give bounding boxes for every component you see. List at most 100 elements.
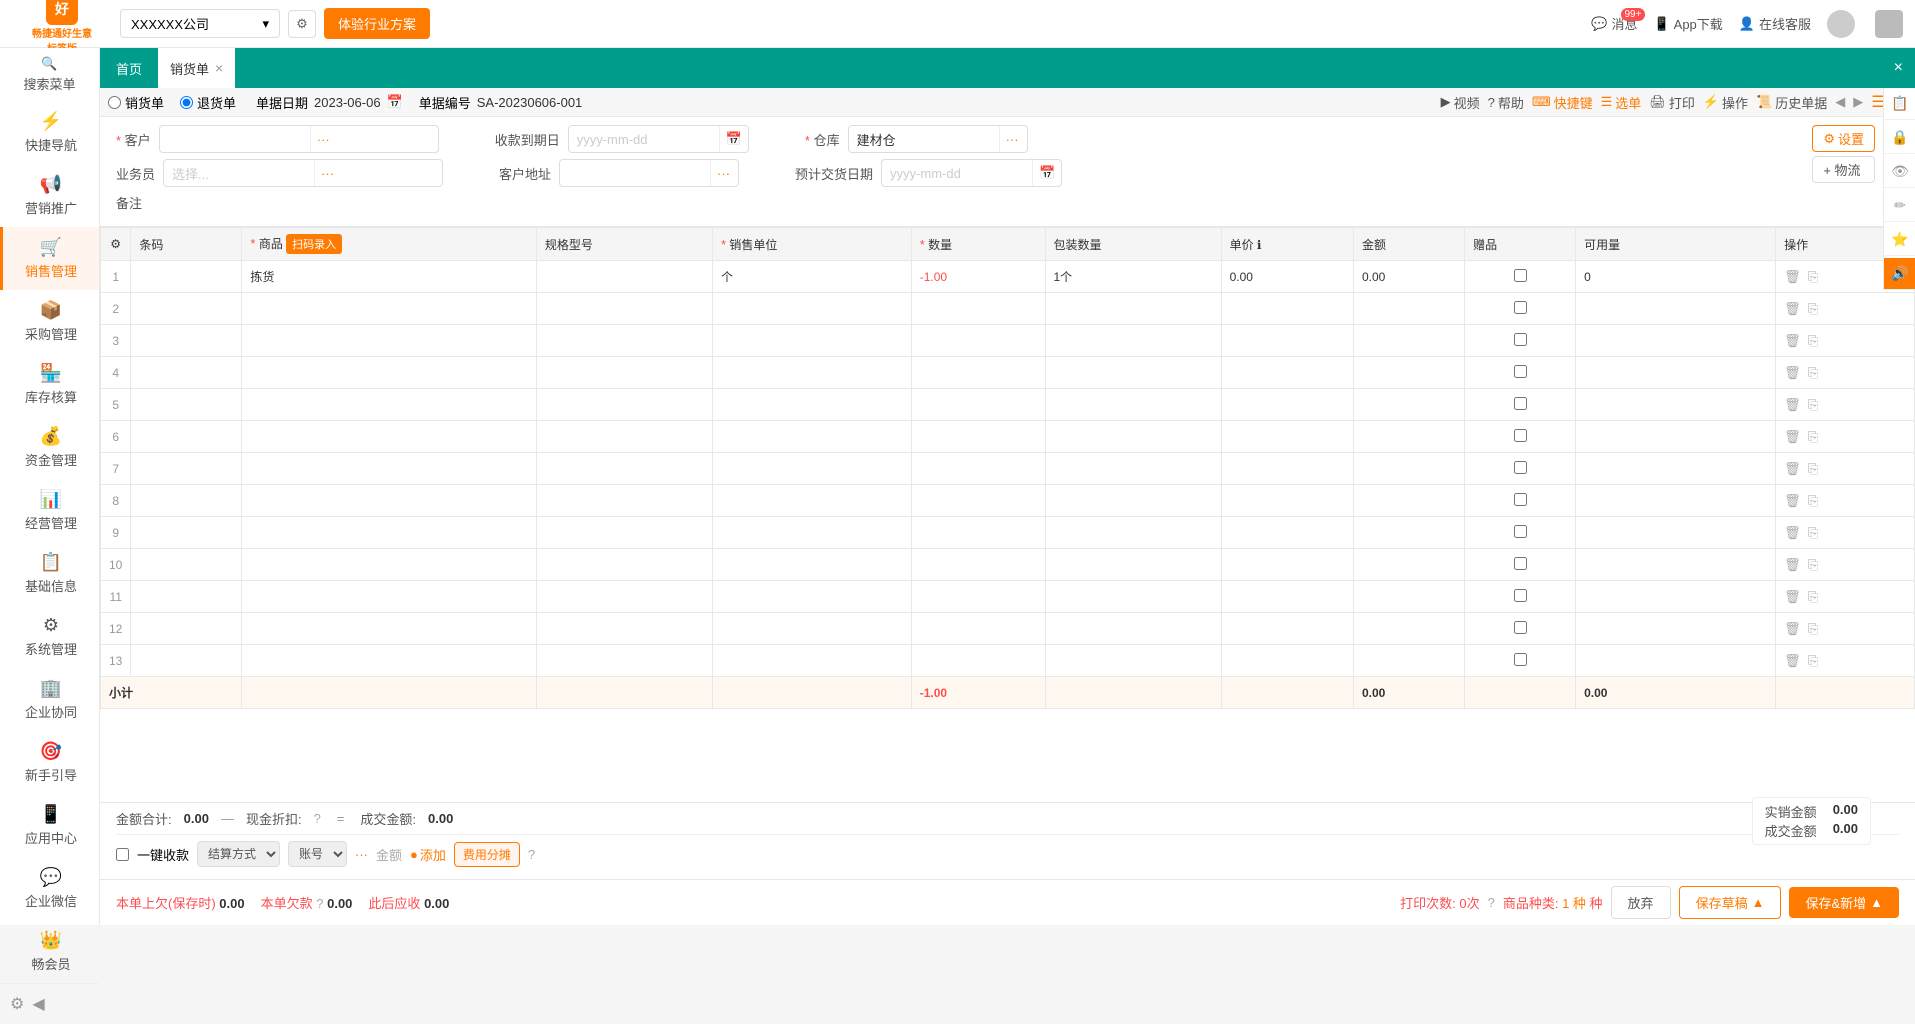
sidebar-item-app-center[interactable]: 📱 应用中心 [0, 794, 99, 857]
delete-row-button[interactable]: 🗑 [1784, 365, 1801, 380]
cell-gift[interactable] [1465, 613, 1576, 645]
cell-product[interactable] [242, 517, 536, 549]
cell-product[interactable] [242, 421, 536, 453]
cell-qty[interactable] [911, 293, 1045, 325]
cell-pack-qty[interactable] [1045, 325, 1221, 357]
avatar-extra[interactable] [1875, 10, 1903, 38]
sidebar-item-quick-nav[interactable]: ⚡ 快捷导航 [0, 101, 99, 164]
cell-qty[interactable] [911, 389, 1045, 421]
cell-unit-price[interactable] [1221, 549, 1353, 581]
delete-row-button[interactable]: 🗑 [1784, 525, 1801, 540]
cell-pack-qty[interactable] [1045, 517, 1221, 549]
cell-pack-qty[interactable] [1045, 357, 1221, 389]
settings-gear-button[interactable]: ⚙ [288, 10, 316, 38]
cell-pack-qty[interactable] [1045, 389, 1221, 421]
cell-unit-price[interactable] [1221, 645, 1353, 677]
copy-row-button[interactable]: ⎘ [1808, 493, 1818, 508]
sidebar-item-basic-info[interactable]: 📋 基础信息 [0, 542, 99, 605]
cell-qty[interactable] [911, 357, 1045, 389]
return-order-radio[interactable]: 退货单 [180, 93, 236, 112]
cell-unit-price[interactable] [1221, 613, 1353, 645]
cell-amount[interactable] [1354, 581, 1465, 613]
close-all-tabs-button[interactable]: × [1894, 59, 1903, 77]
cell-amount[interactable] [1354, 389, 1465, 421]
delete-row-button[interactable]: 🗑 [1784, 589, 1801, 604]
cell-spec[interactable] [536, 293, 712, 325]
cell-unit-price[interactable] [1221, 453, 1353, 485]
cell-product[interactable] [242, 613, 536, 645]
cell-unit-price[interactable] [1221, 421, 1353, 453]
cell-barcode[interactable] [131, 581, 242, 613]
cell-unit[interactable] [712, 357, 911, 389]
cell-unit[interactable] [712, 293, 911, 325]
right-tool-clipboard[interactable]: 📋 [1884, 88, 1915, 120]
cell-qty[interactable] [911, 549, 1045, 581]
cell-product[interactable] [242, 325, 536, 357]
sidebar-item-finance[interactable]: 💰 资金管理 [0, 416, 99, 479]
video-button[interactable]: ▶ 视频 [1441, 93, 1480, 112]
cell-spec[interactable] [536, 357, 712, 389]
cell-barcode[interactable] [131, 613, 242, 645]
copy-row-button[interactable]: ⎘ [1808, 429, 1818, 444]
cell-unit-price[interactable] [1221, 485, 1353, 517]
cell-barcode[interactable] [131, 453, 242, 485]
cell-pack-qty[interactable] [1045, 581, 1221, 613]
next-button[interactable]: ▶ [1853, 94, 1863, 110]
cell-amount[interactable] [1354, 549, 1465, 581]
fee-split-button[interactable]: 费用分摊 [454, 842, 520, 867]
right-tool-star[interactable]: ⭐ [1884, 224, 1915, 256]
cell-unit-price[interactable]: 0.00 [1221, 261, 1353, 293]
cell-unit[interactable]: 个 [712, 261, 911, 293]
cell-unit-price[interactable] [1221, 389, 1353, 421]
delete-row-button[interactable]: 🗑 [1784, 333, 1801, 348]
copy-row-button[interactable]: ⎘ [1808, 461, 1818, 476]
cell-amount[interactable] [1354, 613, 1465, 645]
warehouse-dots-icon[interactable]: ··· [999, 126, 1025, 152]
cell-amount[interactable] [1354, 485, 1465, 517]
delete-row-button[interactable]: 🗑 [1784, 397, 1801, 412]
cell-product[interactable] [242, 581, 536, 613]
cell-pack-qty[interactable] [1045, 453, 1221, 485]
delete-row-button[interactable]: 🗑 [1784, 301, 1801, 316]
customer-field[interactable]: ··· [159, 125, 439, 153]
cell-spec[interactable] [536, 549, 712, 581]
cell-unit-price[interactable] [1221, 517, 1353, 549]
cell-pack-qty[interactable]: 1个 [1045, 261, 1221, 293]
shortcut-button[interactable]: ⌨ 快捷键 [1532, 93, 1593, 112]
app-download-button[interactable]: 📱 App下载 [1653, 14, 1722, 33]
cell-unit[interactable] [712, 325, 911, 357]
sidebar-item-operations[interactable]: 📊 经营管理 [0, 479, 99, 542]
cell-barcode[interactable] [131, 389, 242, 421]
cell-spec[interactable] [536, 453, 712, 485]
cell-qty[interactable] [911, 517, 1045, 549]
cell-product[interactable]: 拣货 [242, 261, 536, 293]
operate-button[interactable]: ⚡ 操作 [1703, 93, 1748, 112]
copy-row-button[interactable]: ⎘ [1808, 269, 1818, 284]
messages-button[interactable]: 💬 消息 99+ [1591, 14, 1637, 33]
cell-unit-price[interactable] [1221, 293, 1353, 325]
avatar[interactable] [1827, 10, 1855, 38]
cell-unit-price[interactable] [1221, 325, 1353, 357]
select-order-button[interactable]: ☰ 选单 [1601, 93, 1642, 112]
cell-spec[interactable] [536, 389, 712, 421]
cell-barcode[interactable] [131, 421, 242, 453]
search-menu-button[interactable]: 🔍 搜索菜单 [0, 48, 99, 101]
calendar-icon[interactable]: 📅 [387, 94, 403, 110]
abandon-button[interactable]: 放弃 [1611, 886, 1671, 919]
cell-amount[interactable] [1354, 293, 1465, 325]
scan-button[interactable]: 扫码录入 [286, 234, 342, 254]
cell-qty[interactable]: -1.00 [911, 261, 1045, 293]
company-selector[interactable]: XXXXXX公司 ▾ [120, 9, 280, 38]
addr-dots-icon[interactable]: ··· [710, 160, 736, 186]
cell-amount[interactable] [1354, 357, 1465, 389]
cell-qty[interactable] [911, 581, 1045, 613]
cell-gift[interactable] [1465, 325, 1576, 357]
cell-unit[interactable] [712, 549, 911, 581]
cell-barcode[interactable] [131, 293, 242, 325]
delivery-calendar-icon[interactable]: 📅 [1032, 160, 1061, 186]
sidebar-item-sales[interactable]: 🛒 销售管理 [0, 227, 99, 290]
copy-row-button[interactable]: ⎘ [1808, 397, 1818, 412]
cell-gift[interactable] [1465, 357, 1576, 389]
right-tool-edit[interactable]: ✏ [1884, 190, 1915, 222]
cell-barcode[interactable] [131, 485, 242, 517]
